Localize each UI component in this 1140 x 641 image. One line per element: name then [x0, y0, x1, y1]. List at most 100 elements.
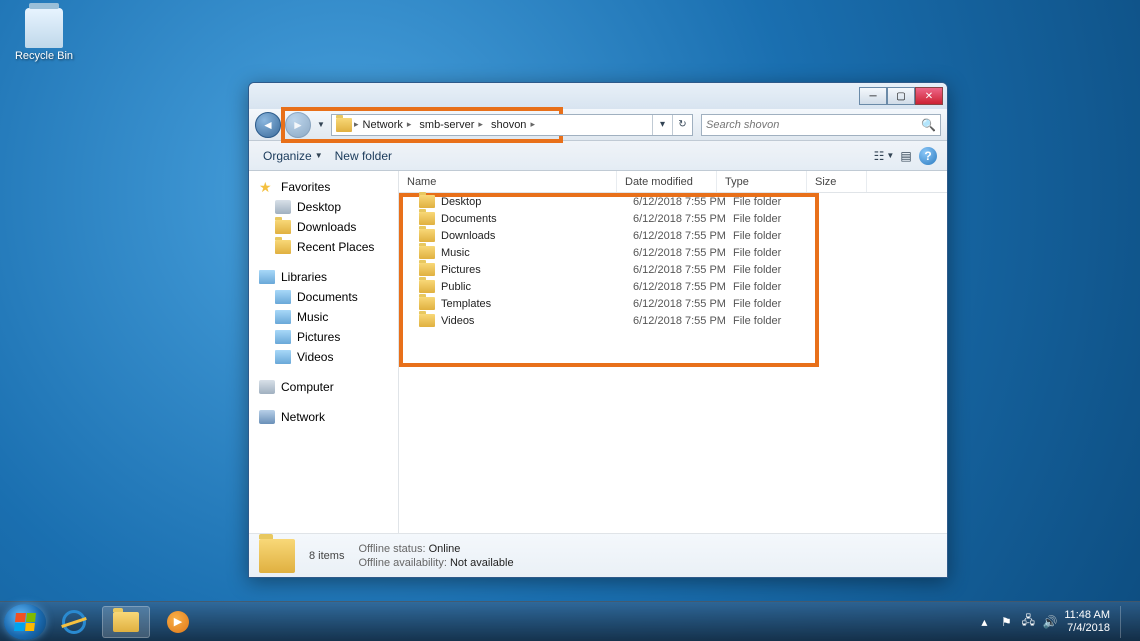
file-type: File folder	[733, 213, 823, 225]
sidebar-item-pictures[interactable]: Pictures	[249, 327, 398, 347]
table-row[interactable]: Music6/12/2018 7:55 PMFile folder	[399, 244, 947, 261]
refresh-button[interactable]: ↻	[672, 115, 692, 135]
sidebar-item-desktop[interactable]: Desktop	[249, 197, 398, 217]
file-date: 6/12/2018 7:55 PM	[633, 264, 733, 276]
file-type: File folder	[733, 264, 823, 276]
file-name: Downloads	[441, 230, 633, 242]
back-button[interactable]: ◄	[255, 112, 281, 138]
organize-menu[interactable]: Organize▼	[257, 147, 329, 165]
sidebar-favorites[interactable]: ★Favorites	[249, 177, 398, 197]
nav-history-dropdown[interactable]: ▼	[315, 114, 327, 136]
file-name: Public	[441, 281, 633, 293]
clock-date: 7/4/2018	[1064, 622, 1110, 635]
breadcrumb-segment[interactable]: Network▸	[359, 115, 416, 135]
breadcrumb-segment[interactable]: shovon▸	[487, 115, 539, 135]
column-header-name[interactable]: Name	[399, 171, 617, 192]
file-type: File folder	[733, 230, 823, 242]
minimize-button[interactable]: ─	[859, 87, 887, 105]
library-icon	[275, 310, 291, 324]
search-icon: 🔍	[921, 118, 936, 132]
table-row[interactable]: Pictures6/12/2018 7:55 PMFile folder	[399, 261, 947, 278]
table-row[interactable]: Public6/12/2018 7:55 PMFile folder	[399, 278, 947, 295]
window-titlebar[interactable]: ─ ▢ ✕	[249, 83, 947, 109]
windows-logo-icon	[14, 613, 36, 631]
sidebar-network[interactable]: Network	[249, 407, 398, 427]
command-bar: Organize▼ New folder ☷▼ ▤ ?	[249, 141, 947, 171]
close-button[interactable]: ✕	[915, 87, 943, 105]
search-box[interactable]: 🔍	[701, 114, 941, 136]
star-icon: ★	[259, 180, 275, 194]
taskbar-app-explorer[interactable]	[102, 606, 150, 638]
maximize-button[interactable]: ▢	[887, 87, 915, 105]
taskbar-app-ie[interactable]	[50, 606, 98, 638]
table-row[interactable]: Desktop6/12/2018 7:55 PMFile folder	[399, 193, 947, 210]
file-type: File folder	[733, 281, 823, 293]
taskbar: ▶ ▴ ⚑ 🖧 🔊 11:48 AM 7/4/2018	[0, 601, 1140, 641]
folder-icon	[275, 240, 291, 254]
desktop-icon	[275, 200, 291, 214]
file-type: File folder	[733, 196, 823, 208]
breadcrumb-segment[interactable]: smb-server▸	[415, 115, 487, 135]
volume-icon[interactable]: 🔊	[1042, 614, 1058, 630]
sidebar-item-videos[interactable]: Videos	[249, 347, 398, 367]
ie-icon	[62, 610, 86, 634]
forward-button[interactable]: ►	[285, 112, 311, 138]
sidebar-computer[interactable]: Computer	[249, 377, 398, 397]
folder-icon	[419, 314, 435, 327]
folder-icon	[275, 220, 291, 234]
file-date: 6/12/2018 7:55 PM	[633, 230, 733, 242]
view-options-button[interactable]: ☷▼	[873, 145, 895, 167]
column-header-date[interactable]: Date modified	[617, 171, 717, 192]
action-center-icon[interactable]: ⚑	[998, 614, 1014, 630]
folder-icon	[336, 118, 352, 132]
file-date: 6/12/2018 7:55 PM	[633, 196, 733, 208]
table-row[interactable]: Downloads6/12/2018 7:55 PMFile folder	[399, 227, 947, 244]
chevron-right-icon: ▸	[407, 119, 412, 130]
tray-show-hidden[interactable]: ▴	[976, 614, 992, 630]
library-icon	[275, 290, 291, 304]
network-icon[interactable]: 🖧	[1020, 614, 1036, 630]
desktop-icon-recycle-bin[interactable]: Recycle Bin	[12, 8, 76, 62]
show-desktop-button[interactable]	[1120, 606, 1130, 638]
column-header-size[interactable]: Size	[807, 171, 867, 192]
file-date: 6/12/2018 7:55 PM	[633, 213, 733, 225]
file-name: Templates	[441, 298, 633, 310]
item-count: 8 items	[309, 550, 344, 562]
table-row[interactable]: Documents6/12/2018 7:55 PMFile folder	[399, 210, 947, 227]
new-folder-button[interactable]: New folder	[329, 147, 398, 165]
taskbar-app-wmp[interactable]: ▶	[154, 606, 202, 638]
library-icon	[275, 330, 291, 344]
column-header-type[interactable]: Type	[717, 171, 807, 192]
chevron-right-icon: ▸	[478, 119, 483, 130]
offline-avail-label: Offline availability:	[358, 557, 446, 569]
clock-time: 11:48 AM	[1064, 609, 1110, 622]
breadcrumb[interactable]: ▸ Network▸ smb-server▸ shovon▸ ▾ ↻	[331, 114, 693, 136]
folder-icon	[419, 263, 435, 276]
breadcrumb-dropdown[interactable]: ▾	[652, 115, 672, 135]
help-button[interactable]: ?	[917, 145, 939, 167]
table-row[interactable]: Videos6/12/2018 7:55 PMFile folder	[399, 312, 947, 329]
file-name: Pictures	[441, 264, 633, 276]
search-input[interactable]	[706, 119, 921, 131]
network-icon	[259, 410, 275, 424]
file-date: 6/12/2018 7:55 PM	[633, 281, 733, 293]
file-list-pane: Name Date modified Type Size Desktop6/12…	[399, 171, 947, 533]
preview-pane-button[interactable]: ▤	[895, 145, 917, 167]
recycle-bin-icon	[25, 8, 63, 48]
clock[interactable]: 11:48 AM 7/4/2018	[1064, 609, 1110, 634]
table-row[interactable]: Templates6/12/2018 7:55 PMFile folder	[399, 295, 947, 312]
file-date: 6/12/2018 7:55 PM	[633, 247, 733, 259]
computer-icon	[259, 380, 275, 394]
file-date: 6/12/2018 7:55 PM	[633, 315, 733, 327]
sidebar-item-recent[interactable]: Recent Places	[249, 237, 398, 257]
folder-icon	[419, 212, 435, 225]
sidebar-item-documents[interactable]: Documents	[249, 287, 398, 307]
media-player-icon: ▶	[167, 611, 189, 633]
details-pane: 8 items Offline status: Online Offline a…	[249, 533, 947, 577]
offline-status-value: Online	[429, 543, 461, 555]
sidebar-item-music[interactable]: Music	[249, 307, 398, 327]
start-button[interactable]	[4, 604, 46, 640]
sidebar-item-downloads[interactable]: Downloads	[249, 217, 398, 237]
folder-icon	[419, 195, 435, 208]
sidebar-libraries[interactable]: Libraries	[249, 267, 398, 287]
